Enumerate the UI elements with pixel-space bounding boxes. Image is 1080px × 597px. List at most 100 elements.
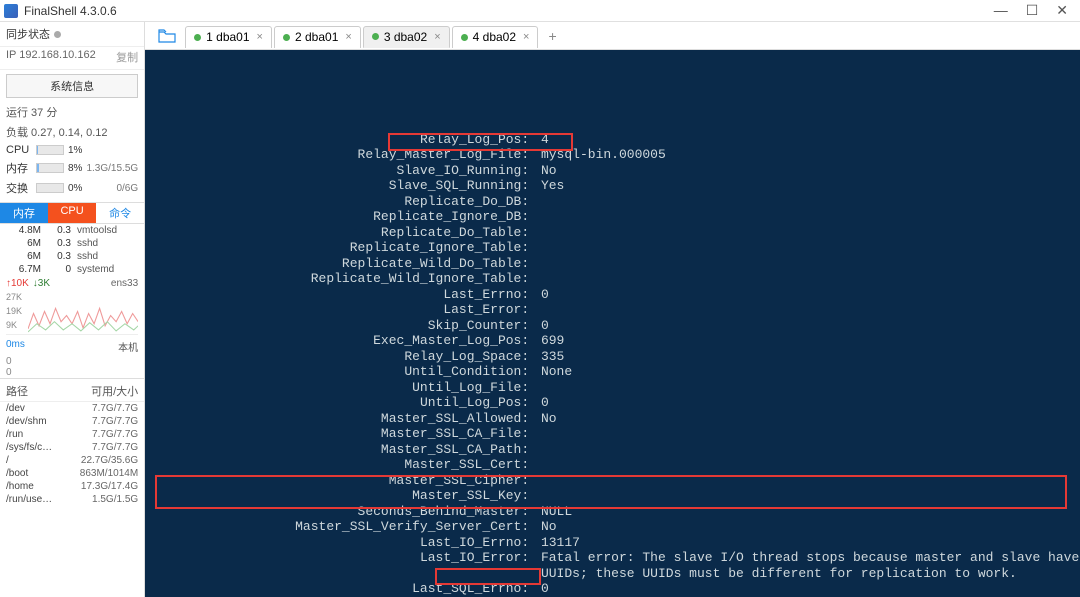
process-row[interactable]: 4.8M0.3vmtoolsd <box>0 224 144 237</box>
terminal-line: Last_IO_Error: Fatal error: The slave I/… <box>149 550 1080 566</box>
terminal-line: Seconds_Behind_Master: NULL <box>149 504 1080 520</box>
process-row[interactable]: 6M0.3sshd <box>0 237 144 250</box>
tab-close-icon[interactable]: × <box>345 31 351 43</box>
terminal-line: Replicate_Do_Table: <box>149 225 1080 241</box>
status-dot-icon <box>283 34 290 41</box>
cpu-label: CPU <box>6 144 32 156</box>
fs-header: 路径 可用/大小 <box>0 378 144 402</box>
folder-icon[interactable] <box>155 27 179 45</box>
ip-address: IP 192.168.10.162 <box>6 49 96 65</box>
minimize-button[interactable]: — <box>994 2 1008 19</box>
sidebar-tabs: 内存 CPU 命令 <box>0 202 144 224</box>
fs-row[interactable]: /boot863M/1014M <box>0 467 144 480</box>
close-button[interactable]: ✕ <box>1056 2 1068 19</box>
fs-row[interactable]: /run/use…1.5G/1.5G <box>0 493 144 506</box>
net-chart: 27K 19K 9K <box>6 293 138 335</box>
tab-dba02-4[interactable]: 4 dba02× <box>452 26 539 48</box>
tab-dba01-1[interactable]: 1 dba01× <box>185 26 272 48</box>
swap-text: 0/6G <box>86 183 138 194</box>
cpu-bar <box>36 145 64 155</box>
process-table: 4.8M0.3vmtoolsd6M0.3sshd6M0.3sshd6.7M0sy… <box>0 224 144 276</box>
terminal-line: Slave_SQL_Running: Yes <box>149 178 1080 194</box>
terminal-line: Master_SSL_Cert: <box>149 457 1080 473</box>
tab-close-icon[interactable]: × <box>257 31 263 43</box>
tab-cmd[interactable]: 命令 <box>96 203 144 223</box>
terminal-line: Master_SSL_Verify_Server_Cert: No <box>149 519 1080 535</box>
ping-stat-1: 0 <box>0 356 144 367</box>
terminal-line: Replicate_Wild_Do_Table: <box>149 256 1080 272</box>
ping-host[interactable]: 本机 <box>118 339 138 354</box>
mem-bar <box>36 163 64 173</box>
network-row: ↑10K ↓3K ens33 <box>0 276 144 291</box>
titlebar: FinalShell 4.3.0.6 — ☐ ✕ <box>0 0 1080 22</box>
window-title: FinalShell 4.3.0.6 <box>24 4 994 18</box>
terminal-line: Master_SSL_Cipher: <box>149 473 1080 489</box>
terminal-line: Master_SSL_CA_Path: <box>149 442 1080 458</box>
terminal-line: Last_Error: <box>149 302 1080 318</box>
terminal-line: Slave_IO_Running: No <box>149 163 1080 179</box>
terminal-line: Replicate_Wild_Ignore_Table: <box>149 271 1080 287</box>
mem-percent: 8% <box>68 163 82 174</box>
terminal-line: Master_SSL_Key: <box>149 488 1080 504</box>
terminal-line: Relay_Log_Pos: 4 <box>149 132 1080 148</box>
tab-cpu[interactable]: CPU <box>48 203 96 223</box>
cpu-percent: 1% <box>68 145 82 156</box>
terminal-line: Last_IO_Errno: 13117 <box>149 535 1080 551</box>
terminal[interactable]: Relay_Log_Pos: 4Relay_Master_Log_File: m… <box>145 50 1080 597</box>
sync-status-icon <box>54 31 61 38</box>
ping-stat-2: 0 <box>0 367 144 378</box>
fs-row[interactable]: /home17.3G/17.4G <box>0 480 144 493</box>
sync-status-row: 同步状态 <box>0 22 144 47</box>
terminal-line: Relay_Master_Log_File: mysql-bin.000005 <box>149 147 1080 163</box>
fs-row[interactable]: /22.7G/35.6G <box>0 454 144 467</box>
terminal-line: Last_SQL_Errno: 0 <box>149 581 1080 597</box>
sidebar: 同步状态 IP 192.168.10.162 复制 系统信息 运行 37 分 负… <box>0 22 145 597</box>
fs-row[interactable]: /sys/fs/c…7.7G/7.7G <box>0 441 144 454</box>
tab-add-button[interactable]: + <box>540 26 564 46</box>
terminal-line: UUIDs; these UUIDs must be different for… <box>149 566 1080 582</box>
status-dot-icon <box>461 34 468 41</box>
process-row[interactable]: 6.7M0systemd <box>0 263 144 276</box>
tab-dba02-3[interactable]: 3 dba02× <box>363 26 450 48</box>
terminal-line: Master_SSL_Allowed: No <box>149 411 1080 427</box>
net-up: 10K <box>11 278 29 289</box>
mem-label: 内存 <box>6 160 32 176</box>
fs-row[interactable]: /dev7.7G/7.7G <box>0 402 144 415</box>
fs-row[interactable]: /run7.7G/7.7G <box>0 428 144 441</box>
copy-button[interactable]: 复制 <box>116 49 138 65</box>
terminal-line: Until_Log_Pos: 0 <box>149 395 1080 411</box>
load-text: 负载 0.27, 0.14, 0.12 <box>6 124 108 140</box>
ping-ms: 0ms <box>6 339 25 354</box>
uptime-text: 运行 37 分 <box>6 104 57 120</box>
process-row[interactable]: 6M0.3sshd <box>0 250 144 263</box>
mem-text: 1.3G/15.5G <box>86 163 138 174</box>
sync-label: 同步状态 <box>6 26 50 42</box>
swap-label: 交换 <box>6 180 32 196</box>
net-down: 3K <box>38 278 50 289</box>
terminal-line: Until_Condition: None <box>149 364 1080 380</box>
terminal-line: Replicate_Ignore_DB: <box>149 209 1080 225</box>
system-info-button[interactable]: 系统信息 <box>6 74 138 98</box>
terminal-line: Exec_Master_Log_Pos: 699 <box>149 333 1080 349</box>
filesystem-table: /dev7.7G/7.7G/dev/shm7.7G/7.7G/run7.7G/7… <box>0 402 144 506</box>
tab-bar: 1 dba01×2 dba01×3 dba02×4 dba02× + <box>145 22 1080 50</box>
maximize-button[interactable]: ☐ <box>1026 2 1039 19</box>
swap-percent: 0% <box>68 183 82 194</box>
terminal-line: Skip_Counter: 0 <box>149 318 1080 334</box>
terminal-line: Replicate_Ignore_Table: <box>149 240 1080 256</box>
tab-dba01-2[interactable]: 2 dba01× <box>274 26 361 48</box>
fs-size-header[interactable]: 可用/大小 <box>91 383 138 399</box>
status-dot-icon <box>372 33 379 40</box>
terminal-line: Relay_Log_Space: 335 <box>149 349 1080 365</box>
swap-bar <box>36 183 64 193</box>
terminal-line: Master_SSL_CA_File: <box>149 426 1080 442</box>
status-dot-icon <box>194 34 201 41</box>
net-iface[interactable]: ens33 <box>54 278 138 289</box>
fs-path-header[interactable]: 路径 <box>6 383 91 399</box>
terminal-line: Last_Errno: 0 <box>149 287 1080 303</box>
fs-row[interactable]: /dev/shm7.7G/7.7G <box>0 415 144 428</box>
tab-close-icon[interactable]: × <box>434 31 440 43</box>
terminal-line: Until_Log_File: <box>149 380 1080 396</box>
tab-mem[interactable]: 内存 <box>0 203 48 223</box>
tab-close-icon[interactable]: × <box>523 31 529 43</box>
